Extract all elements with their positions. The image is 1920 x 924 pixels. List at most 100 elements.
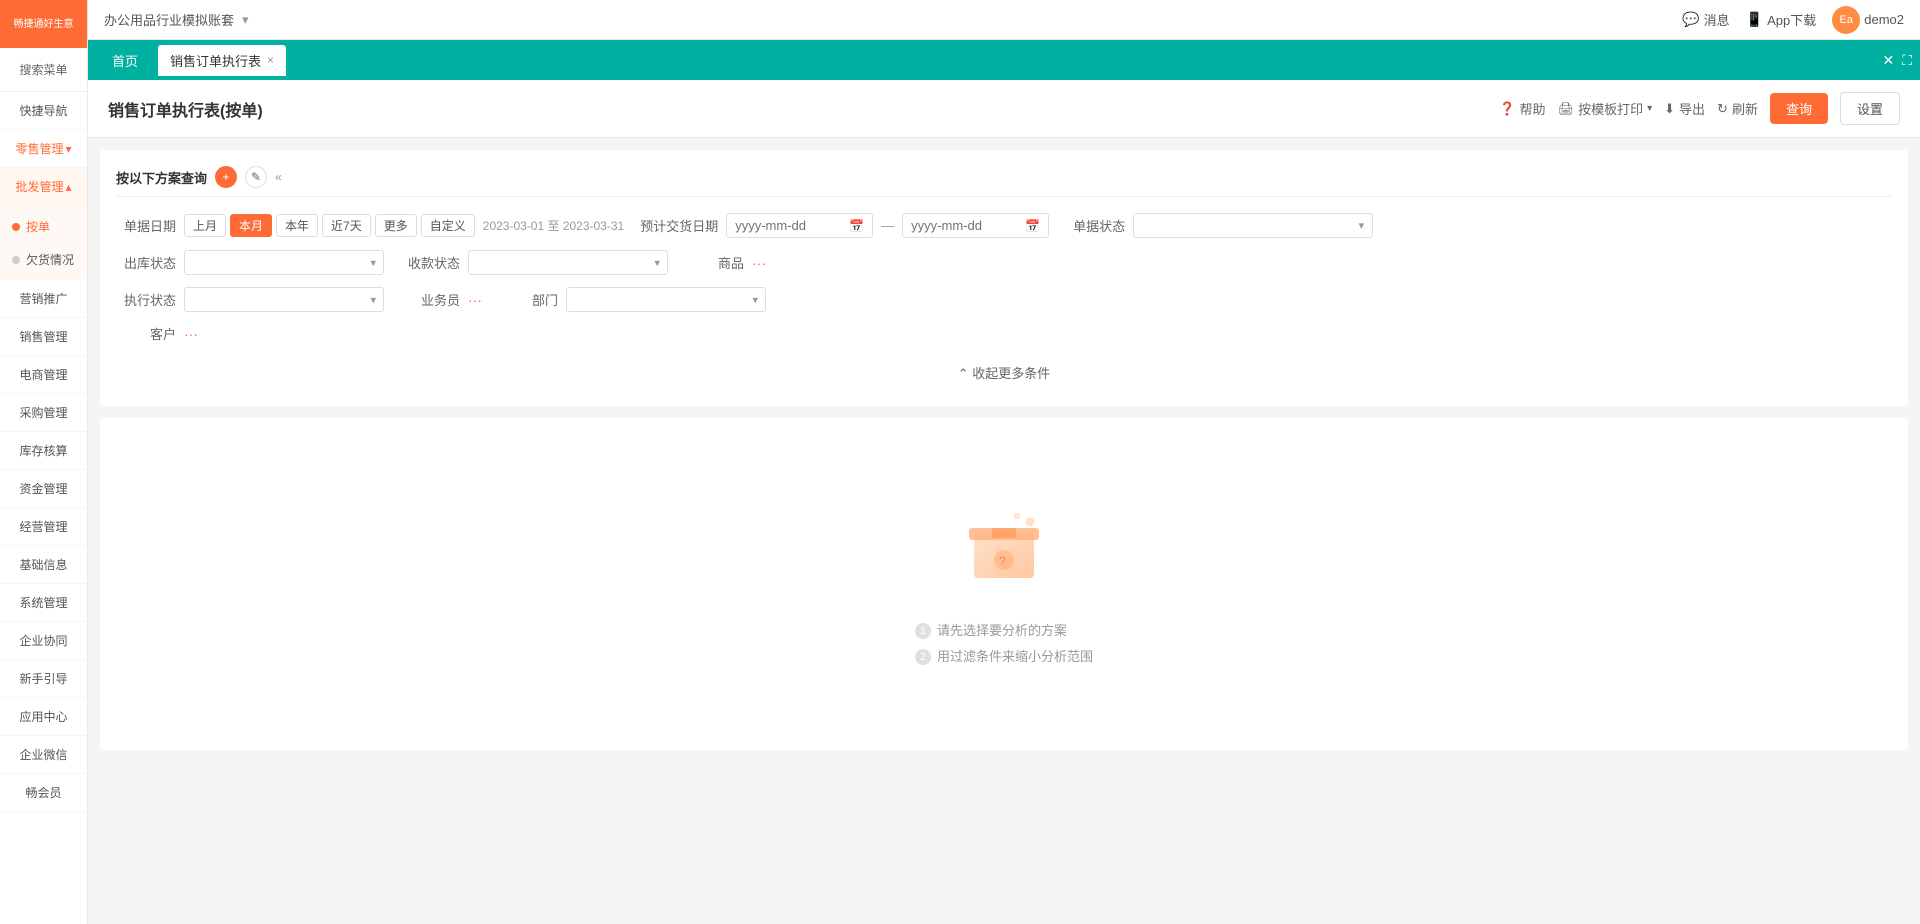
- date-btn-last-7-days[interactable]: 近7天: [322, 214, 371, 237]
- breadcrumb-arrow-icon[interactable]: ▾: [242, 12, 249, 28]
- breadcrumb-area: 办公用品行业模拟账套 ▾: [104, 10, 249, 29]
- search-menu-button[interactable]: 搜索菜单: [4, 56, 83, 83]
- window-maximize-button[interactable]: ⛶: [1902, 52, 1912, 69]
- retail-label: 零售管理: [15, 140, 63, 157]
- date-btn-custom[interactable]: 自定义: [421, 214, 475, 237]
- empty-state: ? 1 请先选择要分析的方案 2 用过滤条件来缩小分析范围: [100, 418, 1908, 750]
- delivery-date-start-input[interactable]: [735, 218, 845, 233]
- tip-number-2: 2: [915, 649, 931, 665]
- collect-status-select[interactable]: 未收款 部分收款 已收款: [468, 250, 668, 275]
- date-range-text: 2023-03-01 至 2023-03-31: [483, 217, 624, 234]
- message-icon: 💬: [1682, 11, 1699, 28]
- enterprise-label: 企业协同: [19, 634, 67, 648]
- logo-text: 畅捷通好生意: [14, 18, 74, 31]
- sidebar-item-operations[interactable]: 经营管理: [0, 508, 87, 546]
- page-header-actions: ❓ 帮助 🖨 按模板打印 ▾ ⬇ 导出 ↻ 刷新 查询 设置: [1499, 92, 1900, 125]
- filter-panel-title: 按以下方案查询: [116, 168, 207, 187]
- filter-row-1: 单据日期 上月 本月 本年 近7天 更多 自定义 2023-03-01 至 20…: [116, 213, 1892, 238]
- add-scheme-button[interactable]: +: [215, 166, 237, 188]
- sidebar-item-inventory[interactable]: 库存核算: [0, 432, 87, 470]
- export-button[interactable]: ⬇ 导出: [1664, 99, 1705, 118]
- main-area: 办公用品行业模拟账套 ▾ 💬 消息 📱 App下载 Ea demo2 首页 销售…: [88, 0, 1920, 924]
- customer-more-icon[interactable]: ···: [184, 326, 198, 342]
- dept-select[interactable]: [566, 287, 766, 312]
- sidebar-item-purchase[interactable]: 采购管理: [0, 394, 87, 432]
- goods-more-icon[interactable]: ···: [752, 255, 766, 271]
- sidebar-item-system[interactable]: 系统管理: [0, 584, 87, 622]
- settings-button[interactable]: 设置: [1840, 92, 1900, 125]
- sidebar-item-app-center[interactable]: 应用中心: [0, 698, 87, 736]
- breadcrumb-text: 办公用品行业模拟账套: [104, 10, 234, 29]
- goods-label: 商品: [684, 253, 744, 272]
- edit-scheme-button[interactable]: ✎: [245, 166, 267, 188]
- out-status-select[interactable]: 未出库 部分出库 已出库: [184, 250, 384, 275]
- tab-active[interactable]: 销售订单执行表 ×: [158, 45, 286, 76]
- ecommerce-label: 电商管理: [19, 368, 67, 382]
- print-icon: 🖨: [1558, 101, 1575, 117]
- tab-home-label: 首页: [112, 54, 138, 69]
- empty-tips: 1 请先选择要分析的方案 2 用过滤条件来缩小分析范围: [915, 618, 1093, 670]
- date-btn-group: 上月 本月 本年 近7天 更多 自定义: [184, 214, 475, 237]
- app-download-button[interactable]: 📱 App下载: [1746, 10, 1817, 29]
- exec-status-select[interactable]: 未执行 部分执行 已执行: [184, 287, 384, 312]
- help-button[interactable]: ❓ 帮助: [1499, 99, 1545, 118]
- sidebar-item-new-guide[interactable]: 新手引导: [0, 660, 87, 698]
- query-button[interactable]: 查询: [1770, 93, 1828, 124]
- sidebar-item-ecommerce[interactable]: 电商管理: [0, 356, 87, 394]
- sidebar: 畅捷通好生意 搜索菜单 快捷导航 零售管理 ▾ 批发管理 ▴ 按单 欠货情况 营…: [0, 0, 88, 924]
- header-right-actions: 💬 消息 📱 App下载 Ea demo2: [1682, 6, 1904, 34]
- sidebar-item-basic-info[interactable]: 基础信息: [0, 546, 87, 584]
- submenu-label-欠货: 欠货情况: [26, 251, 74, 268]
- print-button[interactable]: 🖨 按模板打印 ▾: [1558, 99, 1653, 118]
- help-icon: ❓: [1499, 101, 1515, 117]
- tab-close-icon[interactable]: ×: [267, 53, 274, 67]
- salesman-more-icon[interactable]: ···: [468, 292, 482, 308]
- collapse-scheme-button[interactable]: «: [275, 170, 282, 184]
- sidebar-item-retail[interactable]: 零售管理 ▾: [0, 130, 87, 168]
- sidebar-item-enterprise[interactable]: 企业协同: [0, 622, 87, 660]
- refresh-button[interactable]: ↻ 刷新: [1717, 99, 1758, 118]
- date-btn-this-month[interactable]: 本月: [230, 214, 272, 237]
- status-select[interactable]: 待审核 已审核 已完成: [1134, 214, 1372, 237]
- delivery-date-end-input[interactable]: [911, 218, 1021, 233]
- message-label: 消息: [1704, 10, 1730, 29]
- delivery-date-label: 预计交货日期: [640, 216, 718, 235]
- delivery-date-end-field[interactable]: 📅: [902, 213, 1049, 238]
- refresh-label: 刷新: [1732, 99, 1758, 118]
- date-btn-last-month[interactable]: 上月: [184, 214, 226, 237]
- calendar-start-icon: 📅: [849, 219, 864, 233]
- sidebar-item-sales[interactable]: 销售管理: [0, 318, 87, 356]
- message-button[interactable]: 💬 消息: [1682, 10, 1729, 29]
- collect-status-label: 收款状态: [400, 253, 460, 272]
- collect-status-select-wrapper: 未收款 部分收款 已收款: [468, 250, 668, 275]
- sidebar-logo[interactable]: 畅捷通好生意: [0, 0, 87, 48]
- calendar-end-icon: 📅: [1025, 219, 1040, 233]
- svg-text:?: ?: [999, 554, 1006, 568]
- sidebar-item-marketing[interactable]: 营销推广: [0, 280, 87, 318]
- submenu-item-欠货[interactable]: 欠货情况: [0, 243, 87, 276]
- user-avatar-area[interactable]: Ea demo2: [1832, 6, 1904, 34]
- sidebar-item-enterprise-wechat[interactable]: 企业微信: [0, 736, 87, 774]
- empty-tip-1: 1 请先选择要分析的方案: [915, 618, 1093, 644]
- submenu-item-按单[interactable]: 按单: [0, 210, 87, 243]
- sidebar-item-member[interactable]: 畅会员: [0, 774, 87, 812]
- refresh-icon: ↻: [1717, 101, 1728, 117]
- collapse-more-button[interactable]: ⌃ 收起更多条件: [116, 355, 1892, 390]
- sidebar-item-quick-nav[interactable]: 快捷导航: [0, 92, 87, 130]
- delivery-date-start-field[interactable]: 📅: [726, 213, 873, 238]
- filter-panel-header: 按以下方案查询 + ✎ «: [116, 166, 1892, 197]
- filter-date-item: 单据日期 上月 本月 本年 近7天 更多 自定义 2023-03-01 至 20…: [116, 214, 624, 237]
- sidebar-item-wholesale[interactable]: 批发管理 ▴: [0, 168, 87, 206]
- date-btn-more[interactable]: 更多: [375, 214, 417, 237]
- tab-home[interactable]: 首页: [96, 45, 154, 76]
- sidebar-item-finance[interactable]: 资金管理: [0, 470, 87, 508]
- marketing-label: 营销推广: [19, 292, 67, 306]
- sales-label: 销售管理: [19, 330, 67, 344]
- window-close-button[interactable]: ✕: [1882, 52, 1894, 69]
- out-status-label: 出库状态: [116, 253, 176, 272]
- filter-customer-item: 客户 ···: [116, 324, 198, 343]
- wholesale-submenu: 按单 欠货情况: [0, 206, 87, 280]
- print-arrow-icon: ▾: [1647, 103, 1652, 114]
- date-btn-this-year[interactable]: 本年: [276, 214, 318, 237]
- member-label: 畅会员: [25, 786, 61, 800]
